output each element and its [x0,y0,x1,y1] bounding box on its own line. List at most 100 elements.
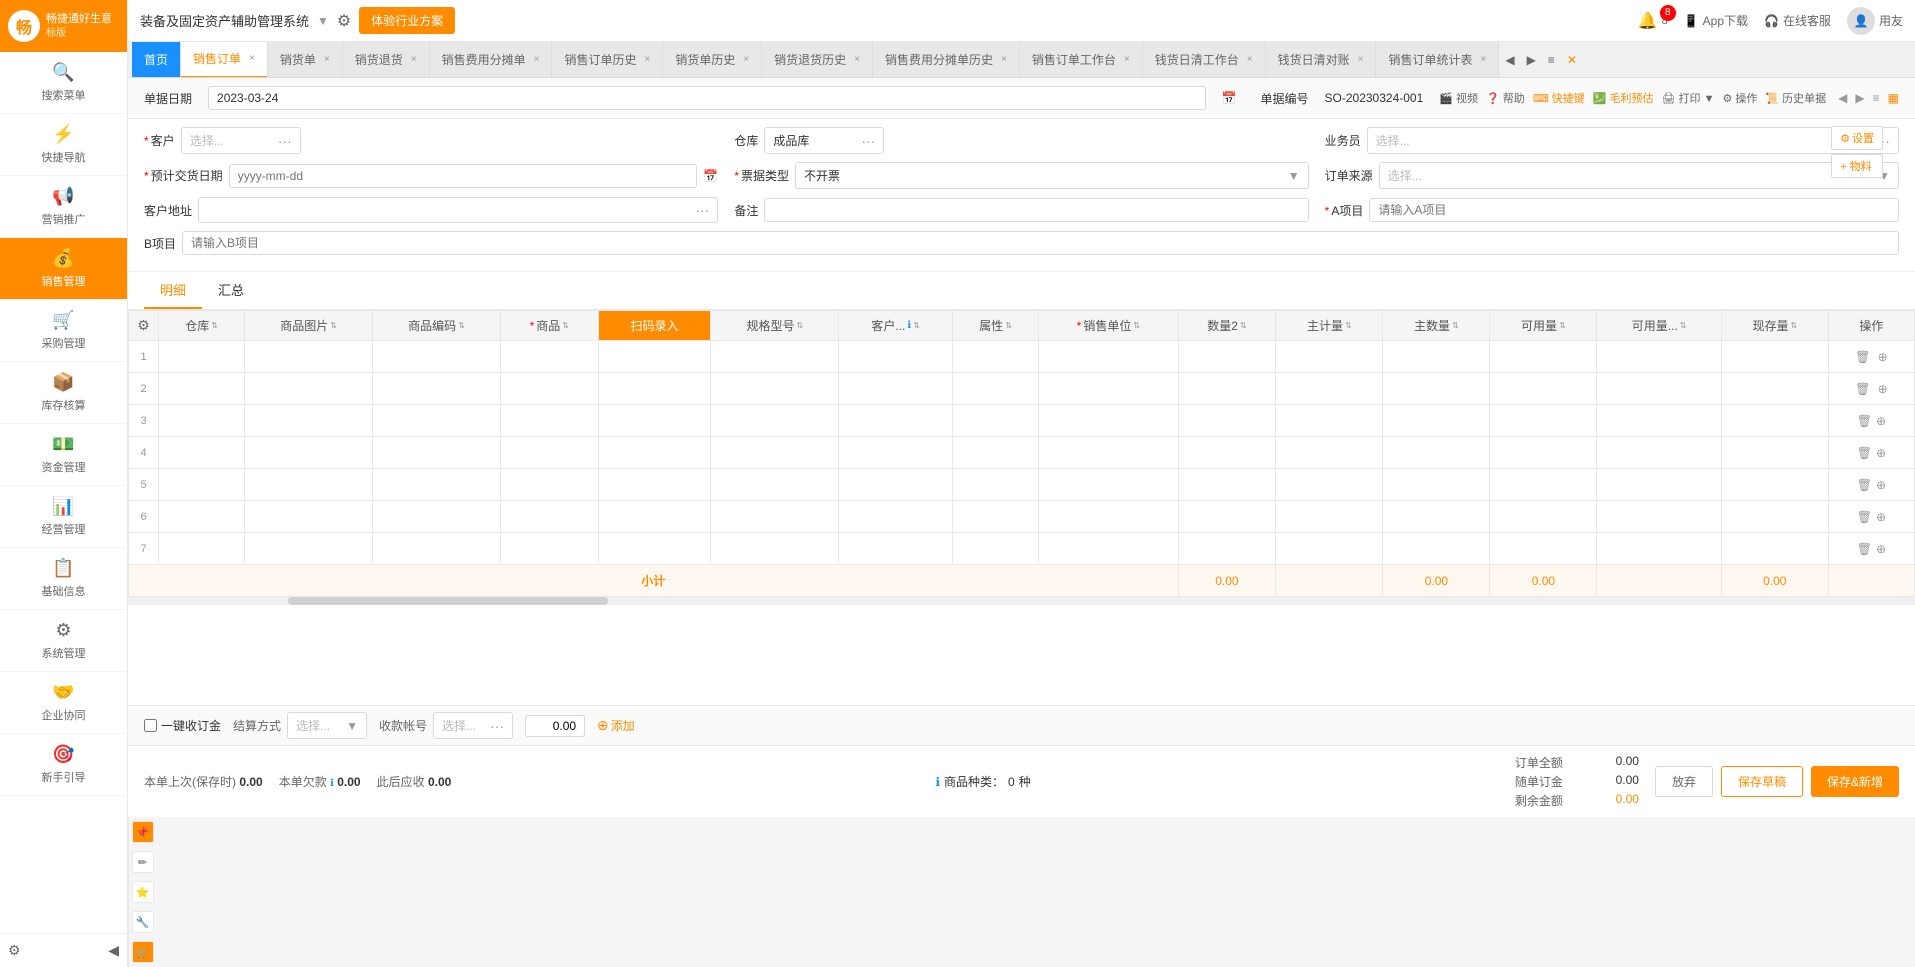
payment-method-select[interactable]: 选择... ▼ [287,712,367,739]
sidebar-item-finance[interactable]: 💵 资金管理 [0,424,127,486]
tab-order-workbench[interactable]: 销售订单工作台 × [1020,42,1143,78]
row-1-attribute[interactable] [952,341,1038,373]
discard-button[interactable]: 放弃 [1655,766,1713,797]
row-6-stock[interactable] [1721,501,1828,533]
right-panel-cart-icon[interactable]: 🛒 [132,941,154,963]
save-draft-button[interactable]: 保存草稿 [1721,766,1803,797]
row-7-qty2[interactable] [1178,533,1276,565]
row-1-image[interactable] [245,341,373,373]
tab-close-return-hist[interactable]: × [854,54,860,65]
row-5-stock[interactable] [1721,469,1828,501]
invoice-type-select[interactable]: 不开票 ▼ [795,162,1309,189]
delete-row-6-icon[interactable]: 🗑 [1857,510,1872,524]
help-btn[interactable]: ❓ 帮助 [1486,90,1525,106]
tab-close-cash-wb[interactable]: × [1247,54,1253,65]
tab-sales-fee[interactable]: 销售费用分摊单 × [430,42,553,78]
row-1-available2[interactable] [1597,341,1721,373]
sidebar-item-inventory[interactable]: 📦 库存核算 [0,362,127,424]
column-settings-icon[interactable]: ⚙ [137,317,150,333]
row-4-scan[interactable] [598,437,711,469]
row-6-customer-code[interactable] [839,501,953,533]
account-expand-icon[interactable]: ··· [490,718,504,734]
row-7-image[interactable] [245,533,373,565]
address-expand-icon[interactable]: ··· [695,202,709,218]
row-4-stock[interactable] [1721,437,1828,469]
scrollbar-thumb[interactable] [288,597,608,605]
tab-sales-order-history[interactable]: 销售订单历史 × [552,42,663,78]
row-5-available2[interactable] [1597,469,1721,501]
main-qty-sort-icon[interactable]: ⇅ [1452,321,1459,330]
b-project-input[interactable] [182,231,1899,255]
row-5-available[interactable] [1490,469,1597,501]
row-2-available2[interactable] [1597,373,1721,405]
copy-row-6-icon[interactable]: ⊕ [1876,510,1886,524]
row-5-product[interactable] [500,469,598,501]
delivery-date-input[interactable] [229,164,698,188]
next-record-icon[interactable]: ▶ [1855,91,1864,105]
row-6-product[interactable] [500,501,598,533]
available2-sort-icon[interactable]: ⇅ [1680,321,1687,330]
row-5-code[interactable] [373,469,501,501]
tab-fee-history[interactable]: 销售费用分摊单历史 × [873,42,1020,78]
tab-close-fee-hist[interactable]: × [1001,54,1007,65]
row-7-scan[interactable] [598,533,711,565]
row-4-warehouse[interactable] [159,437,245,469]
copy-row-5-icon[interactable]: ⊕ [1876,478,1886,492]
operation-btn[interactable]: ⚙ 操作 [1722,90,1757,106]
row-2-stock[interactable] [1721,373,1828,405]
row-4-image[interactable] [245,437,373,469]
tab-cash-reconcile[interactable]: 钱货日清对账 × [1266,42,1377,78]
right-panel-edit-icon[interactable]: ✏ [132,851,154,873]
list-view-icon[interactable]: ≡ [1873,91,1880,105]
copy-row-4-icon[interactable]: ⊕ [1876,446,1886,460]
row-7-stock[interactable] [1721,533,1828,565]
remark-input[interactable] [764,198,1308,222]
video-btn[interactable]: 🎬 视频 [1439,90,1478,106]
settings-gear-icon[interactable]: ⚙ [337,11,351,31]
row-1-warehouse[interactable] [159,341,245,373]
row-6-code[interactable] [373,501,501,533]
staff-select[interactable]: 选择... ··· [1367,127,1899,154]
row-1-sales-unit[interactable] [1039,341,1178,373]
sidebar-item-sales[interactable]: 💰 销售管理 [0,238,127,300]
row-7-main-unit[interactable] [1276,533,1383,565]
row-2-attribute[interactable] [952,373,1038,405]
row-3-spec[interactable] [711,405,839,437]
row-7-warehouse[interactable] [159,533,245,565]
tab-home[interactable]: 首页 [132,42,181,78]
row-6-main-qty[interactable] [1383,501,1490,533]
row-5-qty2[interactable] [1178,469,1276,501]
tab-cash-workbench[interactable]: 钱货日清工作台 × [1143,42,1266,78]
settings-button[interactable]: ⚙ 设置 [1831,126,1883,150]
row-7-customer-code[interactable] [839,533,953,565]
tab-close-cash-rec[interactable]: × [1358,54,1364,65]
row-7-product[interactable] [500,533,598,565]
row-1-customer-code[interactable] [839,341,953,373]
row-2-sales-unit[interactable] [1039,373,1178,405]
delete-row-7-icon[interactable]: 🗑 [1857,542,1872,556]
row-5-image[interactable] [245,469,373,501]
row-4-main-unit[interactable] [1276,437,1383,469]
row-7-spec[interactable] [711,533,839,565]
grid-view-icon[interactable]: ▦ [1888,91,1899,105]
row-2-code[interactable] [373,373,501,405]
row-3-qty2[interactable] [1178,405,1276,437]
row-6-available2[interactable] [1597,501,1721,533]
row-1-spec[interactable] [711,341,839,373]
row-5-attribute[interactable] [952,469,1038,501]
tab-detail[interactable]: 明细 [144,272,202,309]
row-3-sales-unit[interactable] [1039,405,1178,437]
row-2-warehouse[interactable] [159,373,245,405]
sidebar-collapse-icon[interactable]: ◀ [108,942,119,959]
order-source-select[interactable]: 选择... ▼ [1379,162,1899,189]
row-5-warehouse[interactable] [159,469,245,501]
row-2-main-qty[interactable] [1383,373,1490,405]
row-4-available2[interactable] [1597,437,1721,469]
row-7-sales-unit[interactable] [1039,533,1178,565]
row-3-stock[interactable] [1721,405,1828,437]
tab-close-sales-fee[interactable]: × [534,54,540,65]
tab-close-order-hist[interactable]: × [644,54,650,65]
row-2-scan[interactable] [598,373,711,405]
tab-close-slip-hist[interactable]: × [743,54,749,65]
available-sort-icon[interactable]: ⇅ [1559,321,1566,330]
